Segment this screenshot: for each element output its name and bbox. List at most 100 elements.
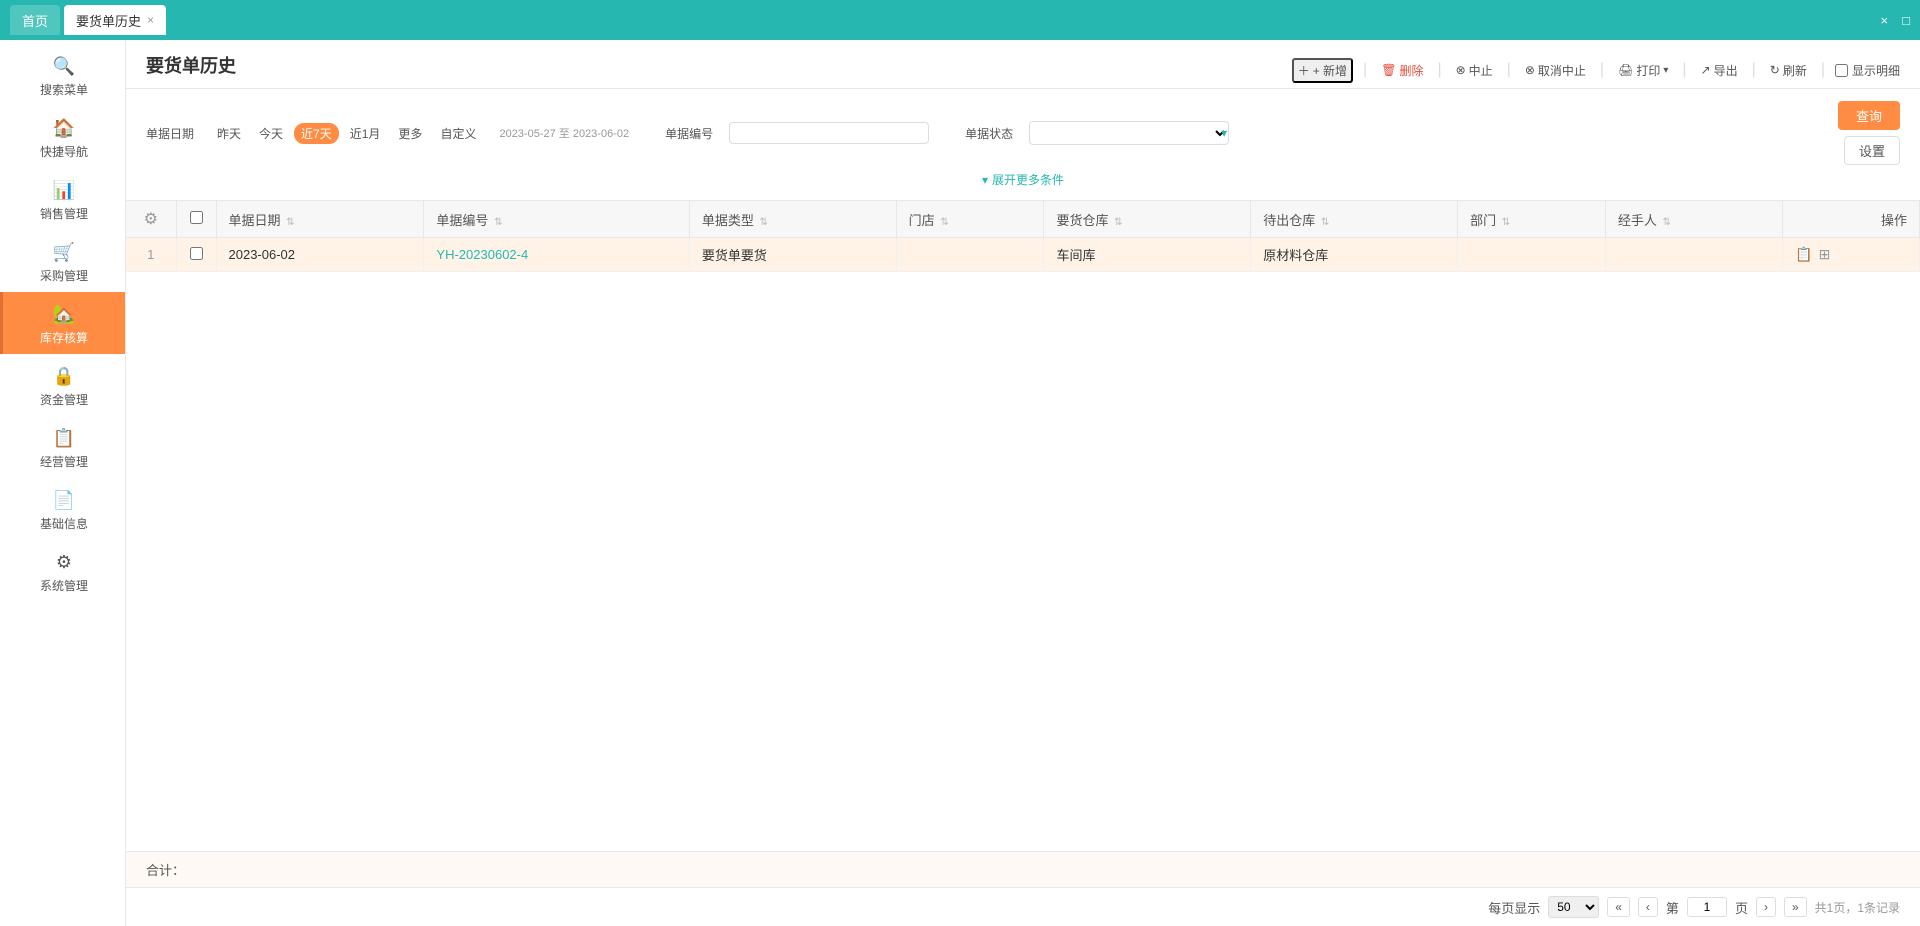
sidebar-item-search-label: 搜索菜单 — [40, 81, 88, 98]
table-container: ⚙ 单据日期 ⇅ 单据编号 ⇅ — [126, 201, 1920, 851]
prev-page-btn[interactable]: ‹ — [1638, 897, 1658, 917]
doc-no-link[interactable]: YH-20230602-4 — [436, 247, 528, 262]
page-size-label: 每页显示 — [1488, 898, 1540, 917]
status-dropdown-icon[interactable]: ▾ — [1221, 126, 1227, 140]
sep6: | — [1752, 61, 1756, 79]
stop-icon: ⊗ — [1456, 63, 1466, 77]
doc-no-label: 单据编号 — [665, 125, 713, 142]
refresh-icon: ↻ — [1770, 63, 1780, 77]
delete-button[interactable]: 🗑 删除 — [1377, 60, 1427, 81]
query-button[interactable]: 查询 — [1838, 101, 1900, 130]
requisition-table: ⚙ 单据日期 ⇅ 单据编号 ⇅ — [126, 201, 1920, 272]
row-doc-no: YH-20230602-4 — [424, 238, 689, 272]
select-all-checkbox[interactable] — [190, 211, 203, 224]
filter-area: 单据日期 昨天 今天 近7天 近1月 更多 自定义 2023-05-27 至 2… — [126, 89, 1920, 201]
col-store[interactable]: 门店 ⇅ — [896, 201, 1044, 238]
chevron-down-icon: ▾ — [982, 173, 988, 187]
tab-requisition-history[interactable]: 要货单历史 × — [64, 5, 166, 35]
row-handler — [1605, 238, 1782, 272]
col-checkbox — [176, 201, 216, 238]
table-footer: 合计： — [126, 851, 1920, 887]
table-row: 1 2023-06-02 YH-20230602-4 要货单要货 车间库 原材料… — [126, 238, 1920, 272]
stop-button[interactable]: ⊗ 中止 — [1452, 60, 1497, 81]
page-size-select[interactable]: 20 50 100 — [1548, 896, 1599, 918]
sidebar-item-basic-info[interactable]: 📄 基础信息 — [0, 478, 125, 540]
tab-close-icon[interactable]: × — [147, 13, 154, 27]
col-doc-date[interactable]: 单据日期 ⇅ — [216, 201, 424, 238]
first-page-btn[interactable]: « — [1607, 897, 1630, 917]
new-button[interactable]: ＋ + 新增 — [1292, 58, 1353, 83]
sort-store-icon: ⇅ — [940, 217, 948, 228]
clipboard-icon: 📋 — [53, 428, 75, 449]
total-label: 合计： — [146, 860, 185, 879]
last7days-btn[interactable]: 近7天 — [294, 123, 339, 144]
print-icon: 🖨 — [1618, 63, 1633, 77]
pagination-area: 每页显示 20 50 100 « ‹ 第 页 › » 共1页，1条记录 — [126, 887, 1920, 926]
tab-home[interactable]: 首页 — [10, 5, 60, 35]
maximize-window-btn[interactable]: □ — [1902, 13, 1910, 28]
sidebar-item-purchase[interactable]: 🛒 采购管理 — [0, 230, 125, 292]
col-req-warehouse[interactable]: 要货仓库 ⇅ — [1044, 201, 1251, 238]
close-window-btn[interactable]: × — [1881, 13, 1889, 28]
col-doc-no[interactable]: 单据编号 ⇅ — [424, 201, 689, 238]
sidebar-item-operations[interactable]: 📋 经营管理 — [0, 416, 125, 478]
view-action-icon[interactable]: 📋 — [1795, 246, 1812, 263]
custom-btn[interactable]: 自定义 — [433, 123, 483, 144]
sidebar-item-finance-label: 资金管理 — [40, 391, 88, 408]
total-info: 共1页，1条记录 — [1815, 899, 1900, 916]
export-button[interactable]: ↗ 导出 — [1697, 60, 1742, 81]
main-layout: 🔍 搜索菜单 🏠 快捷导航 📊 销售管理 🛒 采购管理 🏡 库存核算 🔒 资金管… — [0, 40, 1920, 926]
filter-row-1: 单据日期 昨天 今天 近7天 近1月 更多 自定义 2023-05-27 至 2… — [146, 101, 1900, 165]
sep5: | — [1682, 61, 1686, 79]
page-header: 要货单历史 ＋ + 新增 | 🗑 删除 | ⊗ 中止 — [126, 40, 1920, 89]
display-detail-toggle[interactable]: 显示明细 — [1835, 62, 1900, 79]
today-btn[interactable]: 今天 — [252, 123, 290, 144]
col-department[interactable]: 部门 ⇅ — [1458, 201, 1606, 238]
row-checkbox — [176, 238, 216, 272]
sidebar-item-finance[interactable]: 🔒 资金管理 — [0, 354, 125, 416]
doc-no-input[interactable] — [729, 122, 929, 144]
sidebar-item-basic-info-label: 基础信息 — [40, 515, 88, 532]
sidebar-item-sales[interactable]: 📊 销售管理 — [0, 168, 125, 230]
expand-more-btn[interactable]: ▾ 展开更多条件 — [982, 171, 1064, 188]
display-detail-checkbox[interactable] — [1835, 64, 1848, 77]
more-action-icon[interactable]: ⊞ — [1819, 246, 1831, 263]
sidebar-item-quick-nav[interactable]: 🏠 快捷导航 — [0, 106, 125, 168]
inventory-icon: 🏡 — [53, 304, 75, 325]
sort-handler-icon: ⇅ — [1663, 217, 1671, 228]
delete-icon: 🗑 — [1381, 63, 1396, 77]
date-filter-buttons: 昨天 今天 近7天 近1月 更多 自定义 — [210, 123, 483, 144]
row-select-checkbox[interactable] — [190, 247, 203, 260]
row-department — [1458, 238, 1606, 272]
last1month-btn[interactable]: 近1月 — [343, 123, 388, 144]
sidebar-item-search[interactable]: 🔍 搜索菜单 — [0, 44, 125, 106]
column-settings-icon[interactable]: ⚙ — [144, 211, 158, 228]
cart-icon: 🛒 — [53, 242, 75, 263]
sort-pending-warehouse-icon: ⇅ — [1321, 217, 1329, 228]
more-btn[interactable]: 更多 — [391, 123, 429, 144]
print-button[interactable]: 🖨 打印 ▾ — [1614, 60, 1672, 81]
col-doc-type[interactable]: 单据类型 ⇅ — [689, 201, 896, 238]
yesterday-btn[interactable]: 昨天 — [210, 123, 248, 144]
filter-settings-button[interactable]: 设置 — [1844, 136, 1900, 165]
sort-doc-no-icon: ⇅ — [494, 217, 502, 228]
cancel-stop-button[interactable]: ⊗ 取消中止 — [1521, 60, 1590, 81]
last-page-btn[interactable]: » — [1784, 897, 1807, 917]
col-handler[interactable]: 经手人 ⇅ — [1605, 201, 1782, 238]
export-icon: ↗ — [1701, 63, 1711, 77]
sidebar-item-sales-label: 销售管理 — [40, 205, 88, 222]
sidebar-item-inventory[interactable]: 🏡 库存核算 — [0, 292, 125, 354]
sort-doc-type-icon: ⇅ — [759, 217, 767, 228]
sidebar-item-system[interactable]: ⚙ 系统管理 — [0, 540, 125, 602]
date-range-display: 2023-05-27 至 2023-06-02 — [499, 125, 629, 141]
row-req-warehouse: 车间库 — [1044, 238, 1251, 272]
cancel-stop-icon: ⊗ — [1525, 63, 1535, 77]
refresh-button[interactable]: ↻ 刷新 — [1766, 60, 1811, 81]
col-settings[interactable]: ⚙ — [126, 201, 176, 238]
page-number-input[interactable] — [1687, 897, 1727, 917]
document-icon: 📄 — [53, 490, 75, 511]
doc-status-select[interactable] — [1029, 121, 1229, 145]
col-pending-warehouse[interactable]: 待出仓库 ⇅ — [1251, 201, 1458, 238]
sidebar-item-operations-label: 经营管理 — [40, 453, 88, 470]
next-page-btn[interactable]: › — [1756, 897, 1776, 917]
